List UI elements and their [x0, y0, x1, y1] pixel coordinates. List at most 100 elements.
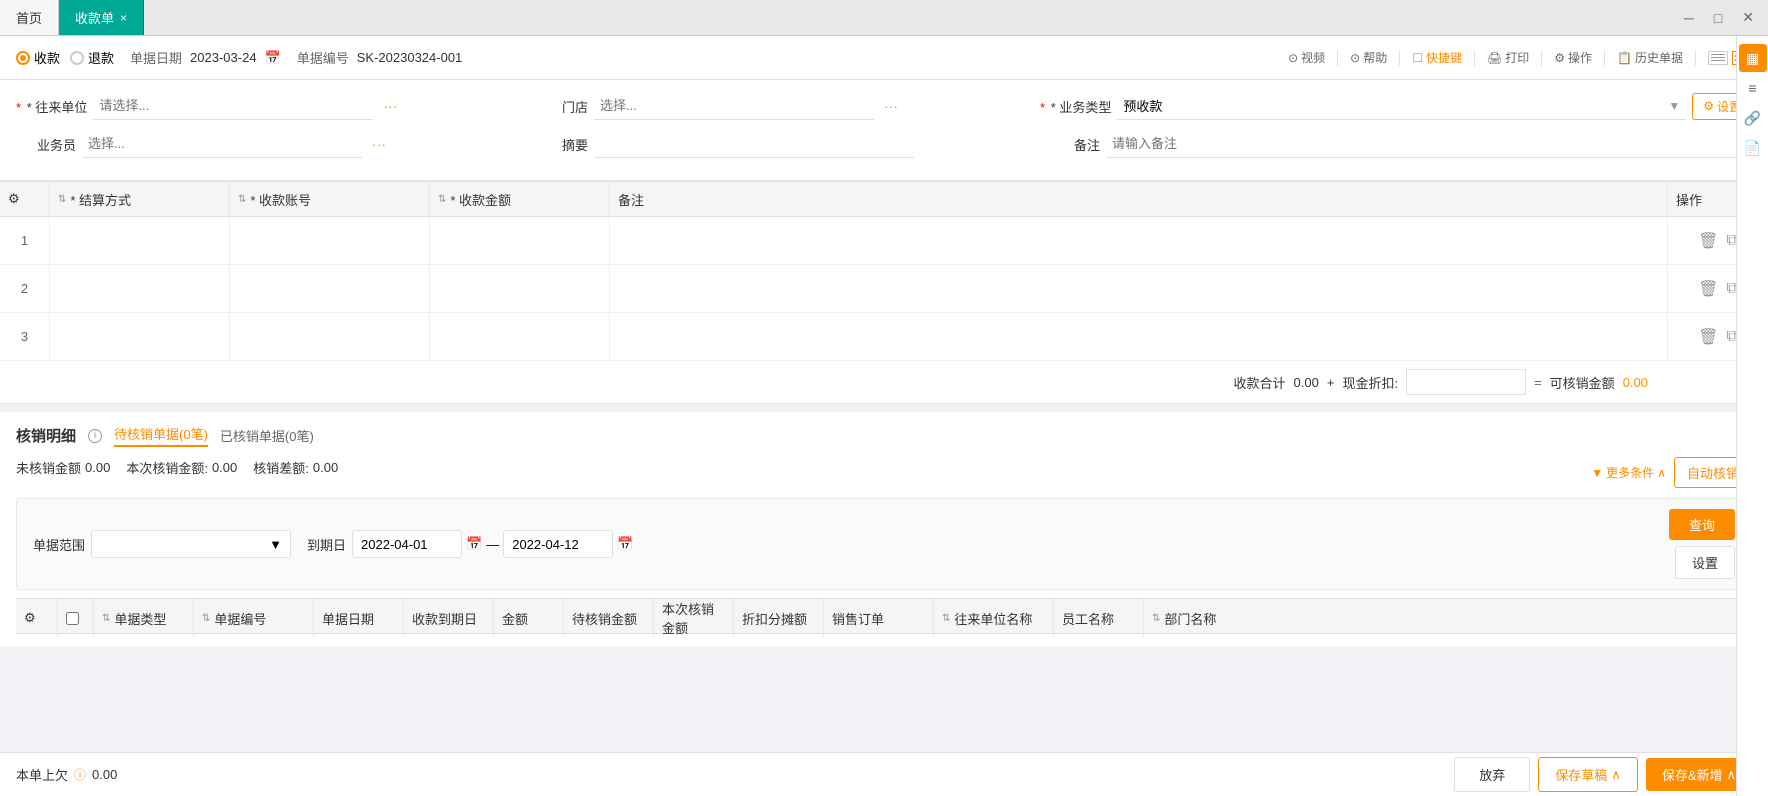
tab-home[interactable]: 首页 — [0, 0, 59, 35]
receivable-value: 0.00 — [1623, 375, 1648, 390]
action-icon: ⚙ — [1554, 51, 1565, 65]
save-draft-arrow[interactable]: ∧ — [1611, 767, 1621, 783]
delete-icon-1[interactable]: 🗑 — [1698, 231, 1718, 251]
counterpart-input[interactable] — [93, 92, 373, 120]
row-settlement-1[interactable] — [50, 217, 230, 264]
bottom-table-header: ⚙ ⇅ 单据类型 ⇅ 单据编号 单据日期 收款到期日 金额 待核销金额 本次核销… — [16, 598, 1752, 634]
hx-stats: 未核销金额 0.00 本次核销金额: 0.00 核销差额: 0.00 — [16, 458, 338, 477]
counterpart-more-icon[interactable]: ··· — [379, 98, 401, 114]
print-button[interactable]: 🖨 打印 — [1487, 49, 1529, 66]
refund-radio[interactable]: 退款 — [70, 48, 114, 67]
summary-input[interactable] — [594, 130, 914, 158]
row-amount-3[interactable] — [430, 313, 610, 360]
minimize-button[interactable]: ─ — [1678, 8, 1700, 28]
sidebar-link-icon[interactable]: 🔗 — [1739, 104, 1767, 132]
due-date-to-input[interactable] — [503, 530, 613, 558]
video-button[interactable]: ⊙ 视频 — [1288, 49, 1325, 66]
row-account-1[interactable] — [230, 217, 430, 264]
row-amount-2[interactable] — [430, 265, 610, 312]
hx-header: 核销明细 i 待核销单据(0笔) 已核销单据(0笔) — [16, 424, 1752, 447]
th-remarks: 备注 — [610, 182, 1668, 216]
help-button[interactable]: ⊙ 帮助 — [1350, 49, 1387, 66]
refund-radio-label: 退款 — [88, 48, 114, 67]
sort-icon-1: ⇅ — [58, 194, 66, 205]
row-amount-1[interactable] — [430, 217, 610, 264]
bth-checkbox[interactable] — [58, 599, 94, 637]
select-all-checkbox[interactable] — [66, 612, 79, 625]
bth-pending-hx: 待核销金额 — [564, 599, 654, 637]
tab-bar: 首页 收款单 × ─ □ ✕ — [0, 0, 1768, 36]
store-label: 门店 — [528, 97, 588, 116]
maximize-button[interactable]: □ — [1708, 8, 1728, 28]
bth-settings[interactable]: ⚙ — [16, 599, 58, 637]
staff-more-icon[interactable]: ··· — [368, 136, 390, 152]
layout-icon-1[interactable] — [1708, 51, 1728, 65]
due-date-filter-field: 到期日 📅 — 📅 — [307, 530, 633, 558]
summary-field: 摘要 — [528, 130, 1008, 158]
due-date-label: 到期日 — [307, 535, 346, 554]
bottom-action-buttons: 放弃 保存草稿 ∧ 保存&新增 ∧ — [1454, 757, 1752, 792]
staff-input[interactable] — [82, 130, 362, 158]
remarks-field: 备注 — [1040, 130, 1752, 158]
row-account-3[interactable] — [230, 313, 430, 360]
sort-icon-3: ⇅ — [438, 194, 446, 205]
calendar-icon[interactable]: 📅 — [265, 50, 281, 66]
row-settlement-2[interactable] — [50, 265, 230, 312]
counterpart-field: * * 往来单位 ··· — [16, 92, 496, 120]
row-settlement-3[interactable] — [50, 313, 230, 360]
biz-type-select[interactable]: 预收款 ▼ — [1117, 92, 1686, 120]
close-button[interactable]: ✕ — [1736, 7, 1760, 28]
history-icon: 📋 — [1617, 51, 1632, 65]
sidebar-list-icon[interactable]: ≡ — [1739, 74, 1767, 102]
range-select[interactable]: ▼ — [91, 530, 291, 558]
calendar-to-icon[interactable]: 📅 — [617, 536, 633, 552]
this-hx-stat: 本次核销金额: 0.00 — [126, 458, 237, 477]
row-num-1: 1 — [0, 217, 50, 264]
delete-icon-2[interactable]: 🗑 — [1698, 279, 1718, 299]
shortcut-button[interactable]: ☐ 快捷键 — [1412, 49, 1462, 66]
tab-close-icon[interactable]: × — [120, 11, 127, 25]
sidebar-doc-icon[interactable]: 📄 — [1739, 134, 1767, 162]
doc-date-label: 单据日期 — [130, 48, 182, 67]
video-icon: ⊙ — [1288, 51, 1298, 65]
save-new-arrow[interactable]: ∧ — [1726, 767, 1736, 783]
gear-icon: ⚙ — [1703, 99, 1714, 113]
th-settings[interactable]: ⚙ — [0, 182, 50, 216]
history-button[interactable]: 📋 历史单据 — [1617, 49, 1683, 66]
discount-label: 现金折扣: — [1342, 373, 1398, 392]
remarks-input[interactable] — [1106, 130, 1752, 158]
filter-settings-button[interactable]: 设置 — [1675, 546, 1735, 579]
store-more-icon[interactable]: ··· — [880, 98, 902, 114]
store-input[interactable] — [594, 92, 874, 120]
hx-tab-pending[interactable]: 待核销单据(0笔) — [114, 424, 208, 447]
row-remarks-1[interactable] — [610, 217, 1668, 264]
delete-icon-3[interactable]: 🗑 — [1698, 327, 1718, 347]
query-button[interactable]: 查询 — [1669, 509, 1735, 540]
owe-info-icon[interactable]: ⓘ — [74, 766, 86, 783]
discount-input[interactable] — [1406, 369, 1526, 395]
more-conditions-button[interactable]: ▼ 更多条件 ∧ — [1591, 464, 1666, 481]
abandon-button[interactable]: 放弃 — [1454, 757, 1530, 792]
hx-tab-done[interactable]: 已核销单据(0笔) — [220, 426, 314, 445]
save-draft-button[interactable]: 保存草稿 ∧ — [1538, 757, 1638, 792]
receipt-radio[interactable]: 收款 — [16, 48, 60, 67]
row-account-2[interactable] — [230, 265, 430, 312]
this-hx-label: 本次核销金额: — [126, 458, 208, 477]
hx-info-icon[interactable]: i — [88, 429, 102, 443]
right-sidebar: ▦ ≡ 🔗 📄 — [1736, 36, 1768, 796]
row-remarks-3[interactable] — [610, 313, 1668, 360]
summary-row: 收款合计 0.00 + 现金折扣: = 可核销金额 0.00 — [0, 361, 1768, 404]
type-radio-group: 收款 退款 — [16, 48, 114, 67]
action-button[interactable]: ⚙ 操作 — [1554, 49, 1592, 66]
receipt-radio-dot — [16, 51, 30, 65]
bth-discount: 折扣分摊额 — [734, 599, 824, 637]
tab-receipt[interactable]: 收款单 × — [59, 0, 144, 35]
form-area: * * 往来单位 ··· 门店 ··· * * 业务类型 预收款 ▼ ⚙ 设 — [0, 80, 1768, 181]
calendar-from-icon[interactable]: 📅 — [466, 536, 482, 552]
total-label: 收款合计 — [1234, 373, 1286, 392]
unverified-stat: 未核销金额 0.00 — [16, 458, 110, 477]
sidebar-table-icon[interactable]: ▦ — [1739, 44, 1767, 72]
row-remarks-2[interactable] — [610, 265, 1668, 312]
due-date-from-input[interactable] — [352, 530, 462, 558]
chevron-icon: ∧ — [1657, 466, 1666, 480]
